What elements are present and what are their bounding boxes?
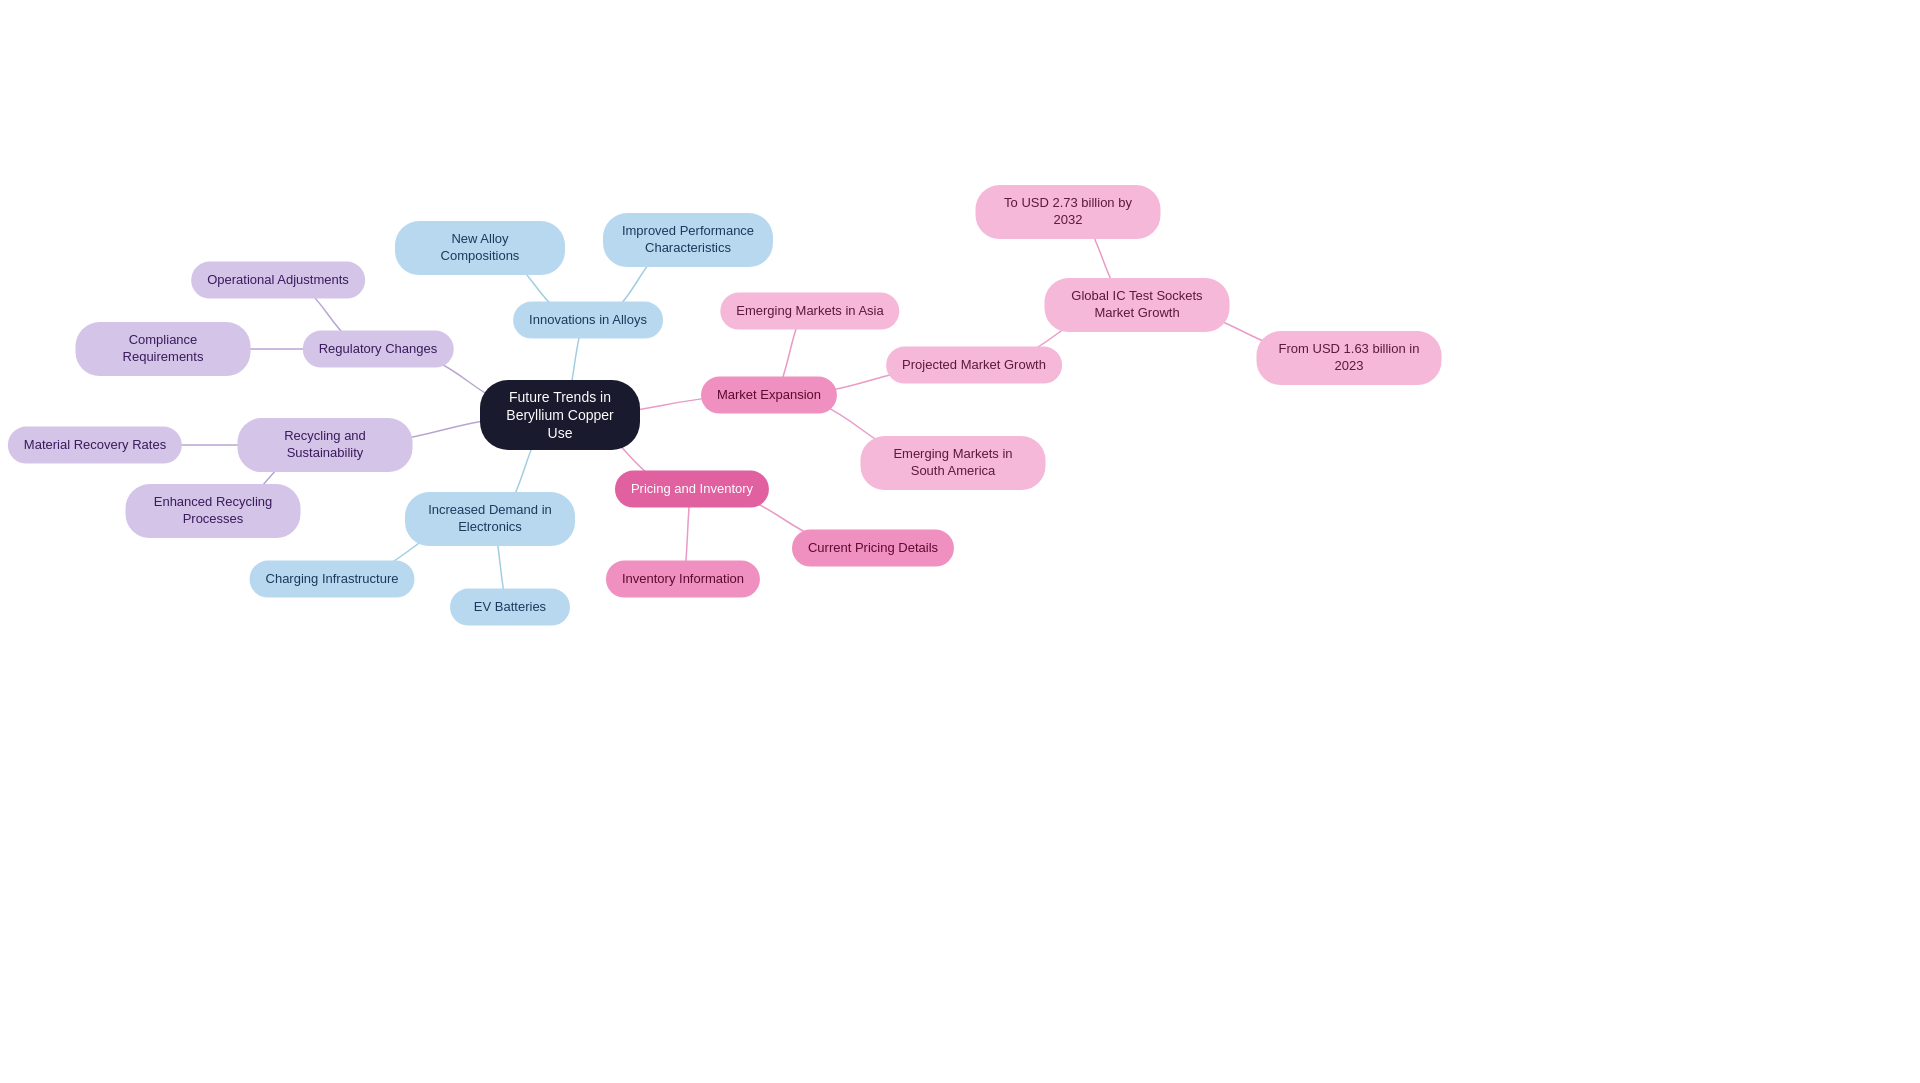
node-compliance[interactable]: Compliance Requirements <box>76 322 251 376</box>
node-new_alloy[interactable]: New Alloy Compositions <box>395 221 565 275</box>
node-market_expansion[interactable]: Market Expansion <box>701 377 837 414</box>
node-projected_growth_sub[interactable]: Global IC Test Sockets Market Growth <box>1045 278 1230 332</box>
node-emerging_asia[interactable]: Emerging Markets in Asia <box>720 293 899 330</box>
node-projected_growth[interactable]: Projected Market Growth <box>886 347 1062 384</box>
node-center[interactable]: Future Trends in Beryllium Copper Use <box>480 380 640 450</box>
node-increased_demand[interactable]: Increased Demand in Electronics <box>405 492 575 546</box>
node-enhanced_recycling[interactable]: Enhanced Recycling Processes <box>126 484 301 538</box>
node-recycling[interactable]: Recycling and Sustainability <box>238 418 413 472</box>
node-improved_perf[interactable]: Improved Performance Characteristics <box>603 213 773 267</box>
node-operational[interactable]: Operational Adjustments <box>191 262 365 299</box>
node-emerging_south[interactable]: Emerging Markets in South America <box>861 436 1046 490</box>
node-regulatory[interactable]: Regulatory Changes <box>303 331 454 368</box>
node-to_usd[interactable]: To USD 2.73 billion by 2032 <box>976 185 1161 239</box>
mindmap-container: Future Trends in Beryllium Copper Use Inn… <box>0 0 1920 1083</box>
node-innovations[interactable]: Innovations in Alloys <box>513 302 663 339</box>
node-from_usd[interactable]: From USD 1.63 billion in 2023 <box>1257 331 1442 385</box>
node-pricing_inventory[interactable]: Pricing and Inventory <box>615 471 769 508</box>
node-current_pricing[interactable]: Current Pricing Details <box>792 530 954 567</box>
node-inventory_info[interactable]: Inventory Information <box>606 561 760 598</box>
connections-svg <box>0 0 1920 1083</box>
node-material_recovery[interactable]: Material Recovery Rates <box>8 427 182 464</box>
node-ev_batteries[interactable]: EV Batteries <box>450 589 570 626</box>
node-charging_infra[interactable]: Charging Infrastructure <box>250 561 415 598</box>
